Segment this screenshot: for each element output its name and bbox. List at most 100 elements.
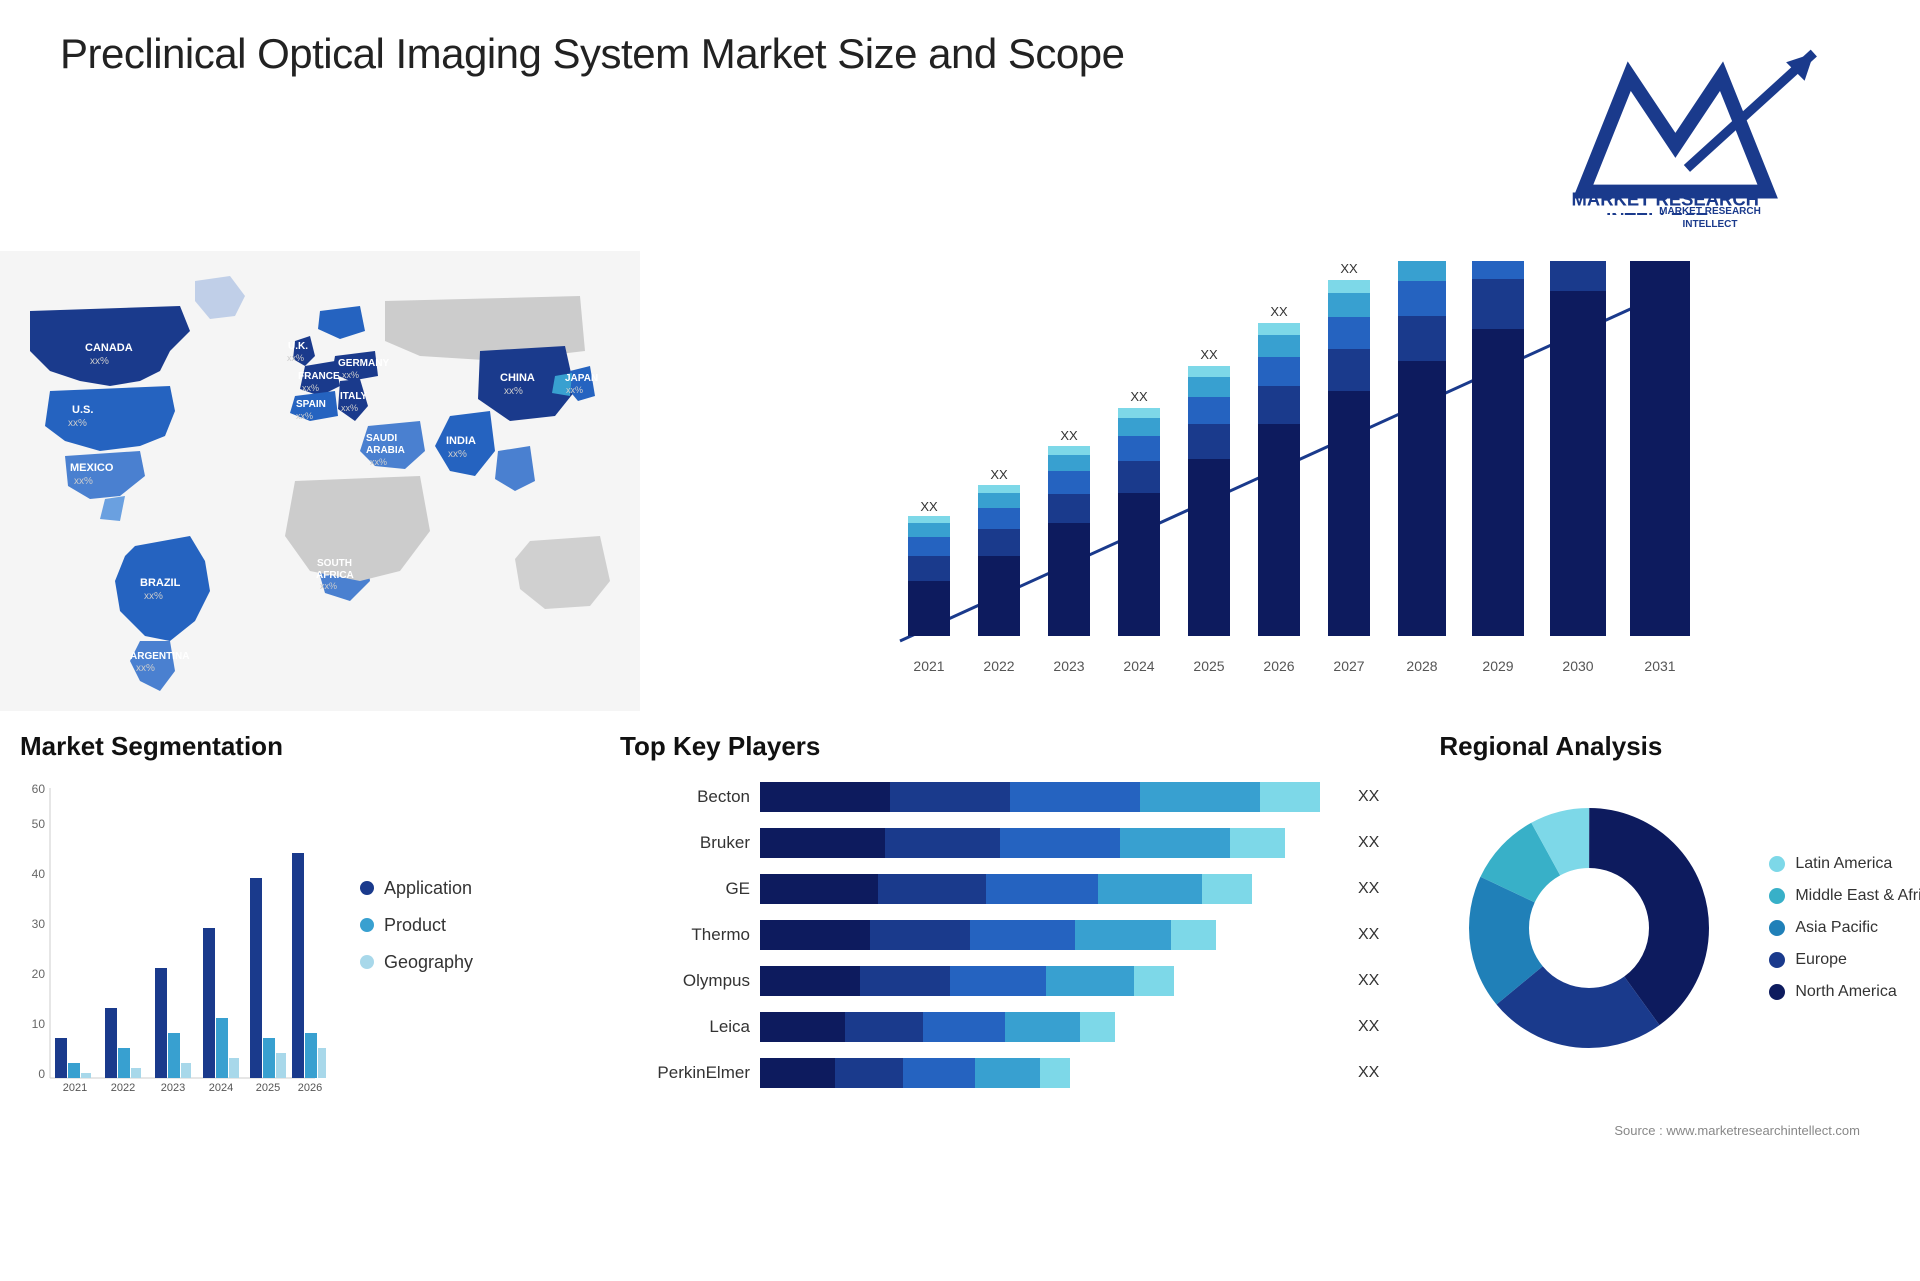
top-row: CANADA xx% U.S. xx% MEXICO xx% BRAZIL xx… bbox=[0, 251, 1920, 711]
svg-text:2027: 2027 bbox=[1333, 658, 1364, 674]
svg-text:20: 20 bbox=[32, 967, 46, 981]
reg-dot-north-america bbox=[1769, 984, 1785, 1000]
svg-text:ARABIA: ARABIA bbox=[366, 445, 405, 456]
player-bar-bruker bbox=[760, 824, 1340, 862]
page-header: Preclinical Optical Imaging System Marke… bbox=[0, 0, 1920, 251]
reg-legend-asia-pacific: Asia Pacific bbox=[1769, 919, 1920, 937]
reg-legend-latin-america: Latin America bbox=[1769, 855, 1920, 873]
player-row-bruker: Bruker XX bbox=[620, 824, 1379, 862]
player-xx-becton: XX bbox=[1358, 788, 1379, 806]
legend-label-product: Product bbox=[384, 915, 446, 936]
svg-text:xx%: xx% bbox=[566, 385, 583, 395]
svg-text:XX: XX bbox=[1130, 389, 1148, 404]
segmentation-section: Market Segmentation 0 10 20 30 40 50 60 bbox=[0, 721, 580, 1281]
player-name-ge: GE bbox=[620, 879, 750, 899]
svg-text:2025: 2025 bbox=[1193, 658, 1224, 674]
player-name-olympus: Olympus bbox=[620, 971, 750, 991]
svg-text:2022: 2022 bbox=[111, 1082, 135, 1094]
svg-text:40: 40 bbox=[32, 867, 46, 881]
svg-text:ITALY: ITALY bbox=[340, 391, 368, 402]
segmentation-title: Market Segmentation bbox=[20, 731, 560, 762]
reg-label-north-america: North America bbox=[1795, 983, 1896, 1001]
logo: MARKET RESEARCH INTELLECT MARKET RESEARC… bbox=[1560, 30, 1860, 231]
player-row-olympus: Olympus XX bbox=[620, 962, 1379, 1000]
svg-text:BRAZIL: BRAZIL bbox=[140, 577, 181, 589]
svg-text:XX: XX bbox=[920, 499, 938, 514]
svg-text:ARGENTINA: ARGENTINA bbox=[130, 651, 189, 662]
svg-text:GERMANY: GERMANY bbox=[338, 358, 389, 369]
svg-text:2029: 2029 bbox=[1482, 658, 1513, 674]
svg-text:2026: 2026 bbox=[298, 1082, 322, 1094]
svg-text:10: 10 bbox=[32, 1017, 46, 1031]
player-name-leica: Leica bbox=[620, 1017, 750, 1037]
player-name-thermo: Thermo bbox=[620, 925, 750, 945]
world-map-section: CANADA xx% U.S. xx% MEXICO xx% BRAZIL xx… bbox=[0, 251, 640, 711]
legend-item-application: Application bbox=[360, 878, 473, 899]
legend-dot-product bbox=[360, 918, 374, 932]
regional-wrap: Latin America Middle East & Africa Asia … bbox=[1439, 778, 1920, 1078]
svg-text:XX: XX bbox=[1060, 428, 1078, 443]
svg-text:xx%: xx% bbox=[287, 353, 304, 363]
reg-legend: Latin America Middle East & Africa Asia … bbox=[1769, 855, 1920, 1001]
svg-text:XX: XX bbox=[1270, 304, 1288, 319]
player-xx-leica: XX bbox=[1358, 1018, 1379, 1036]
svg-text:FRANCE: FRANCE bbox=[298, 371, 340, 382]
player-bar-becton bbox=[760, 778, 1340, 816]
svg-text:SOUTH: SOUTH bbox=[317, 558, 352, 569]
svg-text:JAPAN: JAPAN bbox=[565, 373, 598, 384]
svg-text:xx%: xx% bbox=[74, 476, 93, 487]
svg-text:U.S.: U.S. bbox=[72, 404, 93, 416]
player-bar-perkinelmer bbox=[760, 1054, 1340, 1092]
players-title: Top Key Players bbox=[620, 731, 1379, 762]
svg-text:2021: 2021 bbox=[63, 1082, 87, 1094]
legend-label-application: Application bbox=[384, 878, 472, 899]
player-row-becton: Becton XX bbox=[620, 778, 1379, 816]
player-xx-perkinelmer: XX bbox=[1358, 1064, 1379, 1082]
svg-text:2031: 2031 bbox=[1644, 658, 1675, 674]
reg-label-europe: Europe bbox=[1795, 951, 1847, 969]
logo-line2: INTELLECT bbox=[1659, 218, 1761, 231]
svg-text:xx%: xx% bbox=[370, 457, 387, 467]
svg-text:U.K.: U.K. bbox=[288, 341, 308, 352]
source-text: Source : www.marketresearchintellect.com bbox=[1614, 1123, 1860, 1138]
players-list: Becton XX Bruker bbox=[620, 778, 1379, 1092]
svg-text:xx%: xx% bbox=[136, 663, 155, 674]
svg-text:MEXICO: MEXICO bbox=[70, 462, 114, 474]
svg-text:30: 30 bbox=[32, 917, 46, 931]
reg-dot-europe bbox=[1769, 952, 1785, 968]
svg-text:xx%: xx% bbox=[296, 411, 313, 421]
bottom-row: Market Segmentation 0 10 20 30 40 50 60 bbox=[0, 721, 1920, 1281]
svg-text:xx%: xx% bbox=[342, 370, 359, 380]
regional-title: Regional Analysis bbox=[1439, 731, 1920, 762]
svg-text:60: 60 bbox=[32, 782, 46, 796]
logo-svg: MARKET RESEARCH INTELLECT bbox=[1560, 30, 1860, 215]
svg-text:0: 0 bbox=[38, 1067, 45, 1081]
svg-text:AFRICA: AFRICA bbox=[316, 570, 354, 581]
donut-svg bbox=[1439, 778, 1739, 1078]
reg-label-asia-pacific: Asia Pacific bbox=[1795, 919, 1878, 937]
svg-text:2026: 2026 bbox=[1263, 658, 1294, 674]
player-xx-ge: XX bbox=[1358, 880, 1379, 898]
svg-text:XX: XX bbox=[1200, 347, 1218, 362]
svg-text:2023: 2023 bbox=[1053, 658, 1084, 674]
player-bar-ge bbox=[760, 870, 1340, 908]
seg-chart-svg: 0 10 20 30 40 50 60 2021 bbox=[20, 778, 340, 1098]
reg-dot-asia-pacific bbox=[1769, 920, 1785, 936]
player-row-leica: Leica XX bbox=[620, 1008, 1379, 1046]
player-bar-olympus bbox=[760, 962, 1340, 1000]
player-row-perkinelmer: PerkinElmer XX bbox=[620, 1054, 1379, 1092]
svg-text:INDIA: INDIA bbox=[446, 435, 476, 447]
svg-text:2023: 2023 bbox=[161, 1082, 185, 1094]
player-xx-bruker: XX bbox=[1358, 834, 1379, 852]
svg-text:SAUDI: SAUDI bbox=[366, 433, 397, 444]
bar-chart-section: XX 2021 XX 2022 XX 2023 bbox=[640, 251, 1920, 711]
legend-label-geography: Geography bbox=[384, 952, 473, 973]
world-map-svg: CANADA xx% U.S. xx% MEXICO xx% BRAZIL xx… bbox=[0, 251, 640, 711]
svg-text:CHINA: CHINA bbox=[500, 372, 535, 384]
regional-section: Regional Analysis bbox=[1419, 721, 1920, 1281]
svg-text:2025: 2025 bbox=[256, 1082, 280, 1094]
svg-text:XX: XX bbox=[990, 467, 1008, 482]
bar-chart-svg: XX 2021 XX 2022 XX 2023 bbox=[680, 261, 1900, 681]
logo-line1: MARKET RESEARCH bbox=[1659, 205, 1761, 218]
player-bar-thermo bbox=[760, 916, 1340, 954]
